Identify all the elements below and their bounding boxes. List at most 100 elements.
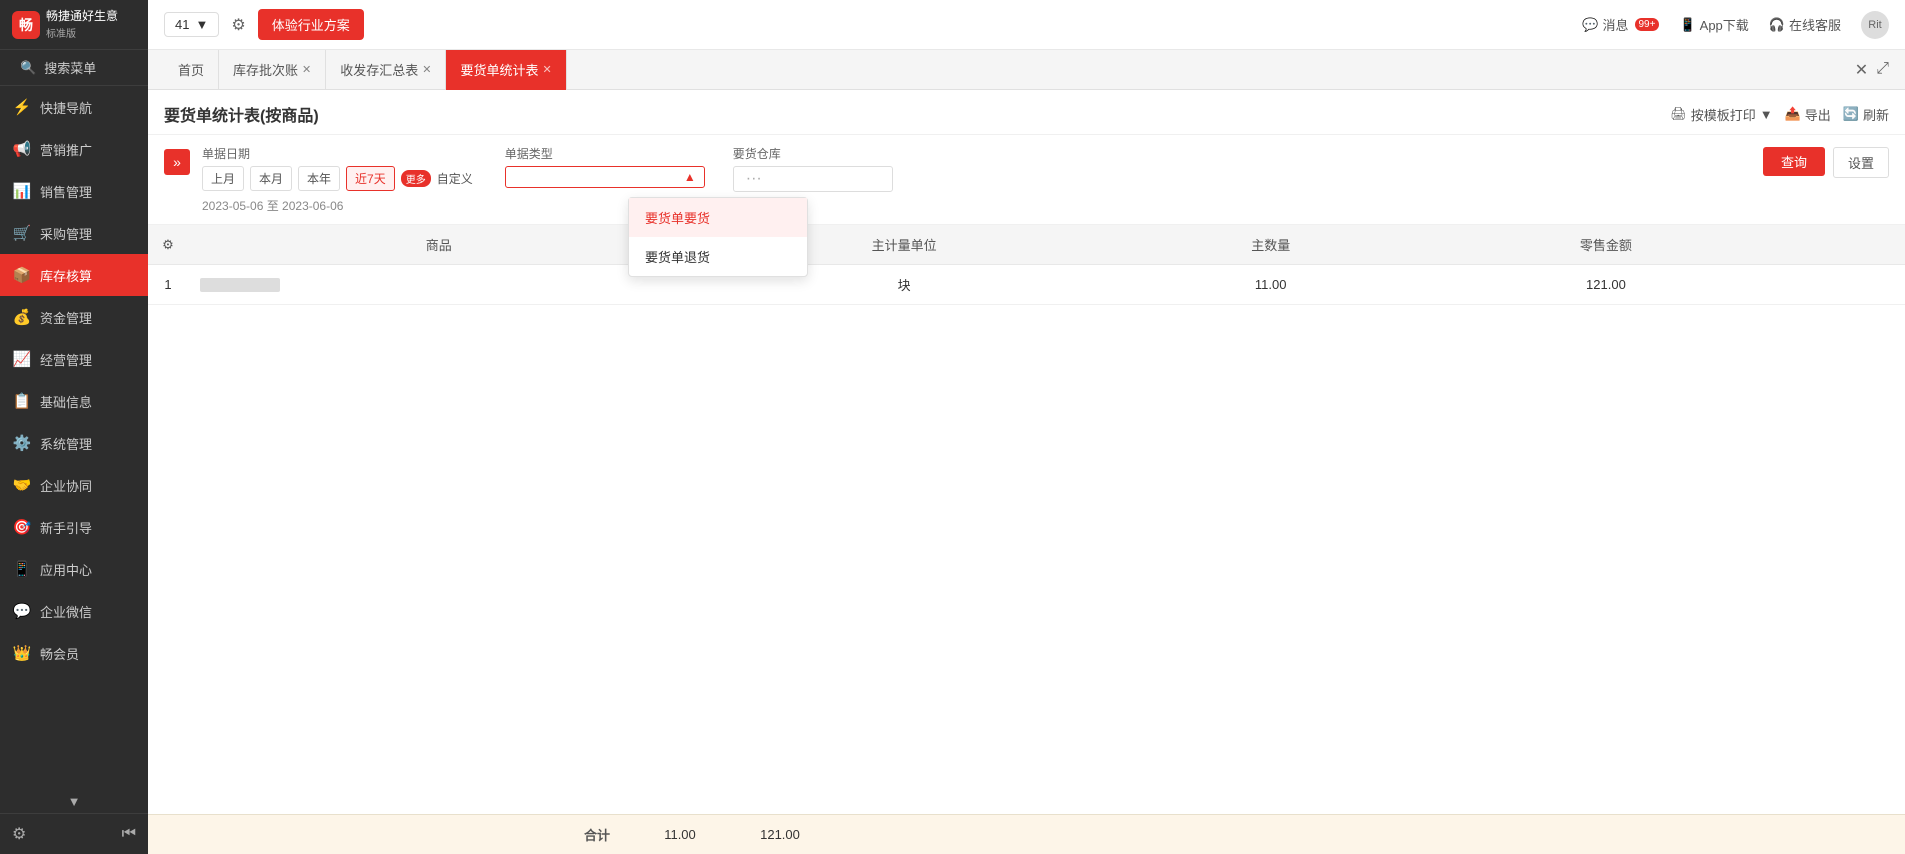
sidebar-search[interactable]: 🔍 搜索菜单: [0, 50, 148, 86]
tab-close-order-stats[interactable]: ✕: [543, 63, 552, 76]
nav-label-member: 畅会员: [40, 644, 79, 663]
search-label: 搜索菜单: [44, 58, 96, 77]
date-prev-month[interactable]: 上月: [202, 166, 244, 191]
messages-label: 消息: [1602, 15, 1628, 34]
nav-icon-marketing: 📢: [12, 139, 32, 159]
date-curr-month[interactable]: 本月: [250, 166, 292, 191]
sidebar-item-sales[interactable]: 📊 销售管理: [0, 170, 148, 212]
nav-label-inventory: 库存核算: [40, 266, 92, 285]
export-label: 导出: [1805, 105, 1831, 124]
sidebar-item-guide[interactable]: 🎯 新手引导: [0, 506, 148, 548]
nav-icon-enterprise: 🤝: [12, 475, 32, 495]
table-row: 1 块 11.00 121.00: [148, 265, 1905, 305]
query-button[interactable]: 查询: [1763, 147, 1825, 176]
footer-label: 合计: [200, 825, 630, 844]
header-settings-icon[interactable]: ⚙: [231, 15, 245, 35]
tab-home[interactable]: 首页: [164, 50, 219, 90]
filter-action-buttons: 查询 设置: [1763, 145, 1889, 178]
tab-order-stats[interactable]: 要货单统计表✕: [446, 50, 566, 90]
page-actions: 🖨 按模板打印 ▼ 📤 导出 🔄 刷新: [1670, 105, 1889, 124]
tab-close-all-icon[interactable]: ✕: [1855, 60, 1868, 80]
date-custom[interactable]: 自定义: [437, 170, 473, 187]
nav-icon-basic: 📋: [12, 391, 32, 411]
page-header: 要货单统计表(按商品) 🖨 按模板打印 ▼ 📤 导出 🔄 刷新: [148, 90, 1905, 135]
chevron-up-icon: ▲: [684, 170, 696, 184]
footer-amount: 121.00: [730, 827, 830, 842]
tab-recv-summary[interactable]: 收发存汇总表✕: [326, 50, 446, 90]
print-template-action[interactable]: 🖨 按模板打印 ▼: [1670, 105, 1772, 124]
type-filter-label: 单据类型: [505, 145, 553, 162]
messages-action[interactable]: 💬 消息 99+: [1582, 15, 1659, 34]
date-filter-label: 单据日期: [202, 145, 250, 162]
customer-service-label: 在线客服: [1789, 15, 1841, 34]
date-more-badge[interactable]: 更多: [401, 170, 431, 187]
settings-button[interactable]: 设置: [1833, 147, 1889, 178]
avatar[interactable]: Rit: [1861, 11, 1889, 39]
warehouse-filter-group: 要货仓库 ···: [733, 145, 893, 192]
nav-icon-app-center: 📱: [12, 559, 32, 579]
dropdown-item-demand[interactable]: 要货单要货: [629, 198, 807, 237]
date-curr-year[interactable]: 本年: [298, 166, 340, 191]
sidebar-item-purchase[interactable]: 🛒 采购管理: [0, 212, 148, 254]
phone-icon: 📱: [1679, 17, 1695, 33]
more-icon[interactable]: ···: [746, 170, 762, 188]
chevron-down-icon: ▼: [68, 794, 81, 809]
sidebar-scroll-down[interactable]: ▼: [0, 790, 148, 813]
page-content: 要货单统计表(按商品) 🖨 按模板打印 ▼ 📤 导出 🔄 刷新 »: [148, 90, 1905, 854]
tab-label-inventory-batch: 库存批次账: [233, 60, 298, 79]
tabs-controls: ✕ ⤢: [1855, 60, 1889, 80]
tab-close-recv-summary[interactable]: ✕: [422, 63, 431, 76]
col-settings-header[interactable]: ⚙: [148, 225, 188, 265]
sidebar-item-inventory[interactable]: 📦 库存核算: [0, 254, 148, 296]
col-quantity-header: 主数量: [1119, 225, 1423, 265]
top-header: 41 ▼ ⚙ 体验行业方案 💬 消息 99+ 📱 App下载 🎧 在线客服 Ri…: [148, 0, 1905, 50]
tab-inventory-batch[interactable]: 库存批次账 ✕: [219, 50, 326, 90]
print-label: 按模板打印: [1691, 105, 1756, 124]
sidebar-logo: 畅 畅捷通好生意 标准版: [0, 0, 148, 50]
cell-extra: [1789, 265, 1905, 305]
cell-amount: 121.00: [1423, 265, 1790, 305]
sidebar-item-app-center[interactable]: 📱 应用中心: [0, 548, 148, 590]
sidebar-item-basic[interactable]: 📋 基础信息: [0, 380, 148, 422]
sidebar-item-wechat[interactable]: 💬 企业微信: [0, 590, 148, 632]
col-product-header: 商品: [188, 225, 690, 265]
nav-icon-purchase: 🛒: [12, 223, 32, 243]
filter-expand-button[interactable]: »: [164, 149, 190, 175]
nav-icon-guide: 🎯: [12, 517, 32, 537]
sidebar-item-operations[interactable]: 📈 经营管理: [0, 338, 148, 380]
date-buttons: 上月 本月 本年 近7天 更多 自定义: [202, 166, 473, 191]
trial-button[interactable]: 体验行业方案: [258, 9, 364, 40]
cell-quantity: 11.00: [1119, 265, 1423, 305]
logo-name: 畅捷通好生意: [46, 9, 118, 25]
search-icon: 🔍: [20, 60, 36, 76]
chevron-down-icon: ▼: [195, 17, 208, 32]
nav-label-sales: 销售管理: [40, 182, 92, 201]
date-7days[interactable]: 近7天: [346, 166, 395, 191]
nav-label-wechat: 企业微信: [40, 602, 92, 621]
tab-fullscreen-icon[interactable]: ⤢: [1876, 60, 1889, 80]
collapse-icon[interactable]: ⏮: [122, 825, 136, 843]
type-select[interactable]: ▲: [505, 166, 705, 188]
col-extra-header: [1789, 225, 1905, 265]
sidebar-item-system[interactable]: ⚙️ 系统管理: [0, 422, 148, 464]
company-selector[interactable]: 41 ▼: [164, 12, 219, 37]
settings-icon[interactable]: ⚙: [12, 824, 26, 844]
nav-label-app-center: 应用中心: [40, 560, 92, 579]
warehouse-input[interactable]: ···: [733, 166, 893, 192]
export-action[interactable]: 📤 导出: [1785, 105, 1831, 124]
sidebar-item-member[interactable]: 👑 畅会员: [0, 632, 148, 674]
sidebar-bottom: ⚙ ⏮: [0, 813, 148, 854]
sidebar-item-finance[interactable]: 💰 资金管理: [0, 296, 148, 338]
dropdown-item-return[interactable]: 要货单退货: [629, 237, 807, 276]
sidebar-nav: ⚡ 快捷导航 📢 营销推广 📊 销售管理 🛒 采购管理 📦 库存核算 💰 资金管…: [0, 86, 148, 790]
service-icon: 🎧: [1769, 17, 1785, 33]
sidebar-item-enterprise[interactable]: 🤝 企业协同: [0, 464, 148, 506]
sidebar-item-quick-nav[interactable]: ⚡ 快捷导航: [0, 86, 148, 128]
app-download-action[interactable]: 📱 App下载: [1679, 15, 1748, 34]
customer-service-action[interactable]: 🎧 在线客服: [1769, 15, 1841, 34]
tab-close-inventory-batch[interactable]: ✕: [302, 63, 311, 76]
sidebar-item-marketing[interactable]: 📢 营销推广: [0, 128, 148, 170]
refresh-action[interactable]: 🔄 刷新: [1843, 105, 1889, 124]
col-amount-header: 零售金额: [1423, 225, 1790, 265]
nav-icon-inventory: 📦: [12, 265, 32, 285]
